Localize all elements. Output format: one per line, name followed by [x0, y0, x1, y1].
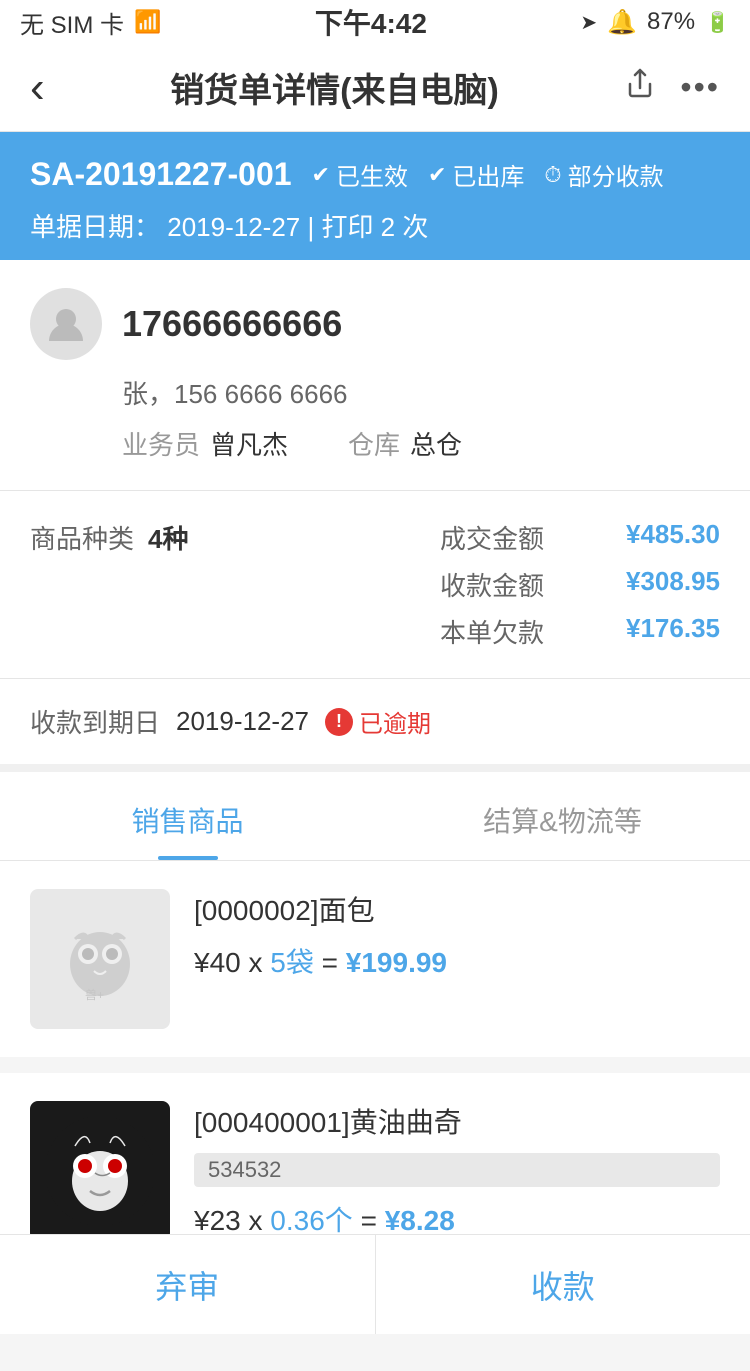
battery-text: 87% — [647, 8, 695, 36]
nav-bar: ‹ 销货单详情(来自电脑) ••• — [0, 44, 750, 132]
status-left: 无 SIM 卡 📶 — [20, 5, 161, 40]
summary-right: 成交金额 ¥485.30 收款金额 ¥308.95 本单欠款 ¥176.35 — [440, 519, 720, 650]
status-right: ➤ 🔔 87% 🔋 — [580, 8, 730, 37]
received-label: 收款金额 — [440, 566, 544, 603]
confirm-button[interactable]: 收款 — [376, 1235, 750, 1334]
location-icon: ➤ — [580, 10, 597, 35]
summary-section: 商品种类 4种 成交金额 ¥485.30 收款金额 ¥308.95 本单欠款 ¥… — [0, 491, 750, 679]
tab-settlement[interactable]: 结算&物流等 — [375, 772, 750, 860]
more-icon[interactable]: ••• — [680, 69, 720, 106]
product-tag-2: 534532 — [194, 1153, 720, 1187]
overdue-icon: ! — [325, 708, 353, 736]
svg-text:兽+: 兽+ — [85, 988, 104, 1002]
due-date-label: 收款到期日 — [30, 703, 160, 740]
warehouse-label: 仓库 — [348, 425, 400, 462]
customer-top: 17666666666 — [30, 288, 720, 360]
customer-meta: 业务员 曾凡杰 仓库 总仓 — [122, 425, 720, 462]
tabs: 销售商品 结算&物流等 — [0, 772, 750, 861]
owed-amount-row: 本单欠款 ¥176.35 — [440, 613, 720, 650]
page-title: 销货单详情(来自电脑) — [170, 63, 499, 112]
customer-section: 17666666666 张，156 6666 6666 业务员 曾凡杰 仓库 总… — [0, 260, 750, 491]
salesperson-label: 业务员 — [122, 425, 200, 462]
avatar — [30, 288, 102, 360]
header-banner: SA-20191227-001 ✔ 已生效 ✔ 已出库 ⏱ 部分收款 单据日期：… — [0, 132, 750, 260]
product-thumb-1: 兽+ — [30, 889, 170, 1029]
product-qty-2: 0.36个 — [270, 1205, 353, 1236]
bottom-bar: 弃审 收款 — [0, 1234, 750, 1334]
owed-value: ¥176.35 — [626, 613, 720, 650]
due-section: 收款到期日 2019-12-27 ! 已逾期 — [0, 679, 750, 772]
share-icon[interactable] — [624, 68, 656, 108]
product-qty-1: 5袋 — [270, 947, 314, 978]
product-item-1: 兽+ [0000002]面包 ¥40 x 5袋 = ¥199.99 — [0, 861, 750, 1057]
status-badge-1: ✔ 已生效 — [312, 157, 408, 192]
product-info-1: [0000002]面包 ¥40 x 5袋 = ¥199.99 — [194, 889, 720, 1029]
wifi-icon: 📶 — [134, 9, 161, 35]
deal-amount-row: 成交金额 ¥485.30 — [440, 519, 720, 556]
tab-sales-products[interactable]: 销售商品 — [0, 772, 375, 860]
overdue-text: 已逾期 — [359, 704, 431, 739]
summary-left: 商品种类 4种 — [30, 519, 188, 650]
status-bar: 无 SIM 卡 📶 下午4:42 ➤ 🔔 87% 🔋 — [0, 0, 750, 44]
carrier-text: 无 SIM 卡 — [20, 5, 124, 40]
product-type-label: 商品种类 — [30, 519, 134, 556]
deal-amount-label: 成交金额 — [440, 519, 544, 556]
received-value: ¥308.95 — [626, 566, 720, 603]
status-badge-3: ⏱ 部分收款 — [544, 157, 663, 192]
nav-icons: ••• — [624, 68, 720, 108]
status-time: 下午4:42 — [315, 2, 427, 42]
print-info: | 打印 2 次 — [307, 212, 428, 242]
product-price-1: ¥40 x 5袋 = ¥199.99 — [194, 941, 720, 981]
product-total-2: ¥8.28 — [385, 1205, 455, 1236]
cancel-button[interactable]: 弃审 — [0, 1235, 376, 1334]
product-list: 兽+ [0000002]面包 ¥40 x 5袋 = ¥199.99 — [0, 861, 750, 1269]
order-date: 2019-12-27 — [167, 212, 300, 242]
product-total-1: ¥199.99 — [346, 947, 447, 978]
product-name-1: [0000002]面包 — [194, 889, 720, 929]
product-price-2: ¥23 x 0.36个 = ¥8.28 — [194, 1199, 720, 1239]
back-button[interactable]: ‹ — [30, 63, 45, 113]
owed-label: 本单欠款 — [440, 613, 544, 650]
salesperson-item: 业务员 曾凡杰 — [122, 425, 288, 462]
product-info-2: [000400001]黄油曲奇 534532 ¥23 x 0.36个 = ¥8.… — [194, 1101, 720, 1241]
deal-amount-value: ¥485.30 — [626, 519, 720, 556]
product-type-item: 商品种类 4种 — [30, 519, 188, 556]
product-thumb-2 — [30, 1101, 170, 1241]
check-icon-1: ✔ — [312, 162, 330, 188]
customer-name: 张，156 6666 6666 — [122, 374, 720, 411]
warehouse-value: 总仓 — [410, 425, 462, 462]
due-date-value: 2019-12-27 — [176, 706, 309, 737]
check-icon-2: ✔ — [428, 162, 446, 188]
salesperson-value: 曾凡杰 — [210, 425, 288, 462]
order-id: SA-20191227-001 — [30, 156, 292, 193]
alarm-icon: 🔔 — [607, 8, 637, 37]
date-label: 单据日期： — [30, 212, 160, 242]
status-badge-2: ✔ 已出库 — [428, 157, 524, 192]
battery-icon: 🔋 — [705, 10, 730, 35]
product-type-value: 4种 — [148, 519, 188, 556]
banner-row1: SA-20191227-001 ✔ 已生效 ✔ 已出库 ⏱ 部分收款 — [30, 156, 720, 193]
overdue-badge: ! 已逾期 — [325, 704, 431, 739]
clock-icon: ⏱ — [544, 162, 561, 188]
received-amount-row: 收款金额 ¥308.95 — [440, 566, 720, 603]
banner-date-row: 单据日期： 2019-12-27 | 打印 2 次 — [30, 207, 720, 244]
product-name-2: [000400001]黄油曲奇 — [194, 1101, 720, 1141]
warehouse-item: 仓库 总仓 — [348, 425, 462, 462]
customer-phone: 17666666666 — [122, 303, 342, 345]
